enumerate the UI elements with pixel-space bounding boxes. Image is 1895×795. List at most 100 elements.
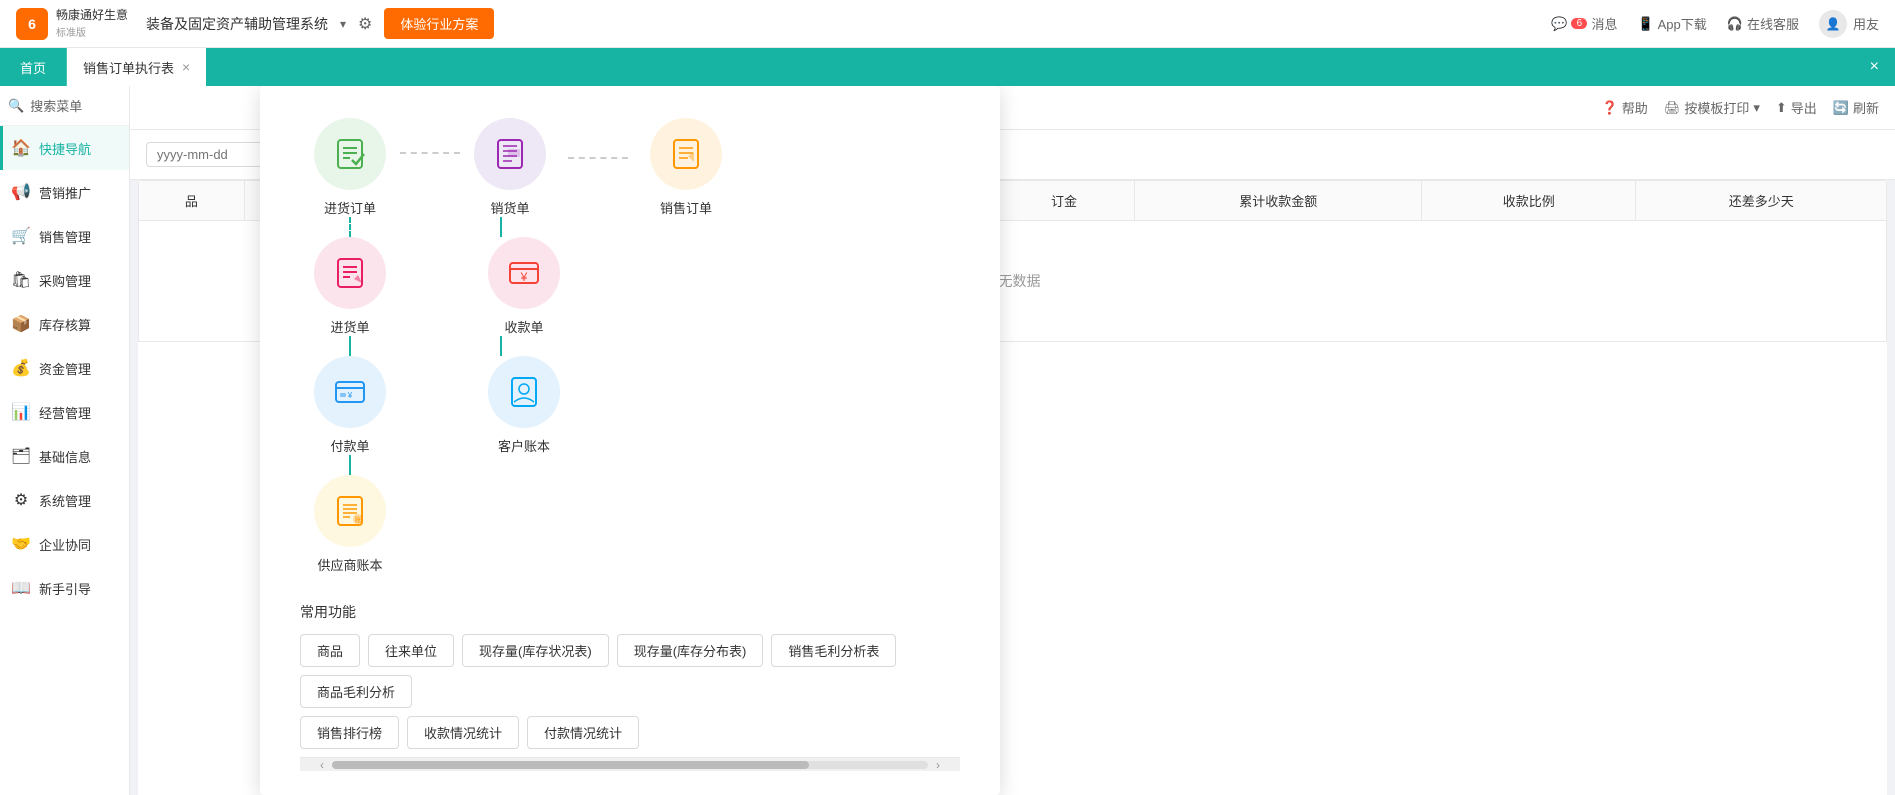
func-btn-product[interactable]: 商品 <box>300 634 360 667</box>
sales-order-circle <box>650 118 722 190</box>
refresh-btn[interactable]: 🔄 刷新 <box>1833 98 1879 117</box>
func-btn-product-gross[interactable]: 商品毛利分析 <box>300 675 412 708</box>
flow-customer-ledger[interactable]: 客户账本 <box>474 356 574 455</box>
top-right-row: 销货单 <box>460 118 736 217</box>
sidebar-item-enterprise-label: 企业协同 <box>39 535 91 554</box>
purchase-invoice-label: 进货单 <box>330 317 369 336</box>
func-btn-stock-status[interactable]: 现存量(库存状况表) <box>462 634 609 667</box>
content-area: ❓ 帮助 🖨 按模板打印 ▾ ⬆ 导出 🔄 刷新 📅 ▾ 查询 <box>130 86 1895 795</box>
print-icon: 🖨 <box>1664 100 1681 116</box>
flow-payment[interactable]: ¥ 付款单 <box>300 356 400 455</box>
common-functions: 常用功能 商品 往来单位 现存量(库存状况表) 现存量(库存分布表) 销售毛利分… <box>300 602 960 749</box>
scroll-thumb <box>332 761 809 769</box>
tab-bar: 首页 销售订单执行表 × × <box>0 48 1895 86</box>
arrow-v1 <box>349 217 351 237</box>
sidebar-item-enterprise[interactable]: 🤝 企业协同 <box>0 522 129 566</box>
scroll-track[interactable] <box>332 761 928 769</box>
func-buttons-row2: 销售排行榜 收款情况统计 付款情况统计 <box>300 716 960 749</box>
dash-arrow-h1 <box>400 152 460 154</box>
sidebar-item-marketing[interactable]: 📢 营销推广 <box>0 170 129 214</box>
avatar: 👤 <box>1819 10 1847 38</box>
message-label: 消息 <box>1591 14 1617 33</box>
sidebar-item-sales-label: 销售管理 <box>39 227 91 246</box>
basic-icon: 🗂 <box>11 446 31 466</box>
sidebar-item-finance[interactable]: 💰 资金管理 <box>0 346 129 390</box>
flow-receipt[interactable]: ¥ 收款单 <box>474 237 574 336</box>
h-arrows-col <box>400 144 460 346</box>
logo-area: 6 畅康通好生意 标准版 <box>16 8 146 40</box>
func-btn-payment-stats[interactable]: 收款情况统计 <box>407 716 519 749</box>
payment-circle: ¥ <box>314 356 386 428</box>
func-btn-sales-ranking[interactable]: 销售排行榜 <box>300 716 399 749</box>
message-badge: 6 <box>1571 18 1587 29</box>
online-service-label: 在线客服 <box>1747 14 1799 33</box>
print-dropdown-icon: ▾ <box>1753 100 1760 116</box>
sidebar-item-system[interactable]: ⚙ 系统管理 <box>0 478 129 522</box>
col-days-remaining: 还差多少天 <box>1636 181 1887 221</box>
sales-invoice-label: 销货单 <box>490 198 529 217</box>
system-icon: ⚙ <box>11 490 31 510</box>
sidebar-item-sales[interactable]: 🛒 销售管理 <box>0 214 129 258</box>
print-btn[interactable]: 🖨 按模板打印 ▾ <box>1664 98 1760 117</box>
flow-sales-invoice[interactable]: 销货单 <box>460 118 560 217</box>
arrow-v5 <box>460 336 736 356</box>
sales-icon: 🛒 <box>11 226 31 246</box>
flow-purchase-order[interactable]: 进货订单 <box>300 118 400 217</box>
sidebar-item-operation[interactable]: 📊 经营管理 <box>0 390 129 434</box>
sidebar-item-newbie-label: 新手引导 <box>39 579 91 598</box>
enterprise-icon: 🤝 <box>11 534 31 554</box>
func-btn-partner[interactable]: 往来单位 <box>368 634 454 667</box>
user-name: 用友 <box>1853 14 1879 33</box>
flow-purchase-invoice[interactable]: 进货单 <box>300 237 400 336</box>
sidebar-search-label: 搜索菜单 <box>30 96 82 115</box>
tab-close-btn[interactable]: × <box>182 59 190 75</box>
tab-sales-order-execution[interactable]: 销售订单执行表 × <box>67 48 206 86</box>
sidebar-item-basic[interactable]: 🗂 基础信息 <box>0 434 129 478</box>
sidebar-item-newbie[interactable]: 📖 新手引导 <box>0 566 129 610</box>
experience-btn[interactable]: 体验行业方案 <box>384 8 494 39</box>
tab-close-main-btn[interactable]: × <box>1870 58 1879 76</box>
message-item[interactable]: 💬 6 消息 <box>1551 14 1617 33</box>
sidebar-item-basic-label: 基础信息 <box>39 447 91 466</box>
receipt-label: 收款单 <box>504 317 543 336</box>
scroll-right-btn[interactable]: › <box>936 758 940 772</box>
func-buttons-row1: 商品 往来单位 现存量(库存状况表) 现存量(库存分布表) 销售毛利分析表 商品… <box>300 634 960 708</box>
export-btn[interactable]: ⬆ 导出 <box>1776 98 1817 117</box>
func-btn-sales-gross[interactable]: 销售毛利分析表 <box>771 634 896 667</box>
sidebar-item-inventory[interactable]: 📦 库存核算 <box>0 302 129 346</box>
purchase-icon: 🛍 <box>11 270 31 290</box>
app-download-label: App下载 <box>1658 14 1707 33</box>
sidebar-item-quick-nav[interactable]: 🏠 快捷导航 <box>0 126 129 170</box>
func-btn-payment-out-stats[interactable]: 付款情况统计 <box>527 716 639 749</box>
search-icon: 🔍 <box>8 98 24 114</box>
marketing-icon: 📢 <box>11 182 31 202</box>
sidebar-search[interactable]: 🔍 搜索菜单 <box>0 86 129 126</box>
settings-icon[interactable]: ⚙ <box>358 14 372 34</box>
system-dropdown-btn[interactable]: ▾ <box>340 17 346 31</box>
arrow-v3 <box>349 455 351 475</box>
sidebar-item-system-label: 系统管理 <box>39 491 91 510</box>
func-btn-stock-dist[interactable]: 现存量(库存分布表) <box>617 634 764 667</box>
quick-nav-icon: 🏠 <box>11 138 31 158</box>
flow-diagram: 进货订单 <box>300 118 960 574</box>
common-title: 常用功能 <box>300 602 960 622</box>
supplier-ledger-label: 供应商账本 <box>317 555 382 574</box>
help-btn[interactable]: ❓ 帮助 <box>1602 98 1648 117</box>
scroll-left-btn[interactable]: ‹ <box>320 758 324 772</box>
flow-supplier-ledger[interactable]: 账 供应商账本 <box>300 475 400 574</box>
purchase-order-label: 进货订单 <box>324 198 376 217</box>
flow-sales-order[interactable]: 销售订单 <box>636 118 736 217</box>
app-download-item[interactable]: 📱 App下载 <box>1637 14 1706 33</box>
logo-icon: 6 <box>16 8 48 40</box>
customer-ledger-label: 客户账本 <box>498 436 550 455</box>
col-total-payment: 累计收款金额 <box>1135 181 1422 221</box>
sidebar-item-purchase-label: 采购管理 <box>39 271 91 290</box>
tab-home[interactable]: 首页 <box>0 48 67 86</box>
bottom-scrollbar: ‹ › <box>300 757 960 771</box>
user-area[interactable]: 👤 用友 <box>1819 10 1879 38</box>
sidebar-item-purchase[interactable]: 🛍 采购管理 <box>0 258 129 302</box>
online-service-item[interactable]: 🎧 在线客服 <box>1727 14 1799 33</box>
quick-nav-panel: 进货订单 <box>260 86 1000 795</box>
header: 6 畅康通好生意 标准版 装备及固定资产辅助管理系统 ▾ ⚙ 体验行业方案 💬 … <box>0 0 1895 48</box>
right-flow: 销货单 <box>460 118 736 455</box>
